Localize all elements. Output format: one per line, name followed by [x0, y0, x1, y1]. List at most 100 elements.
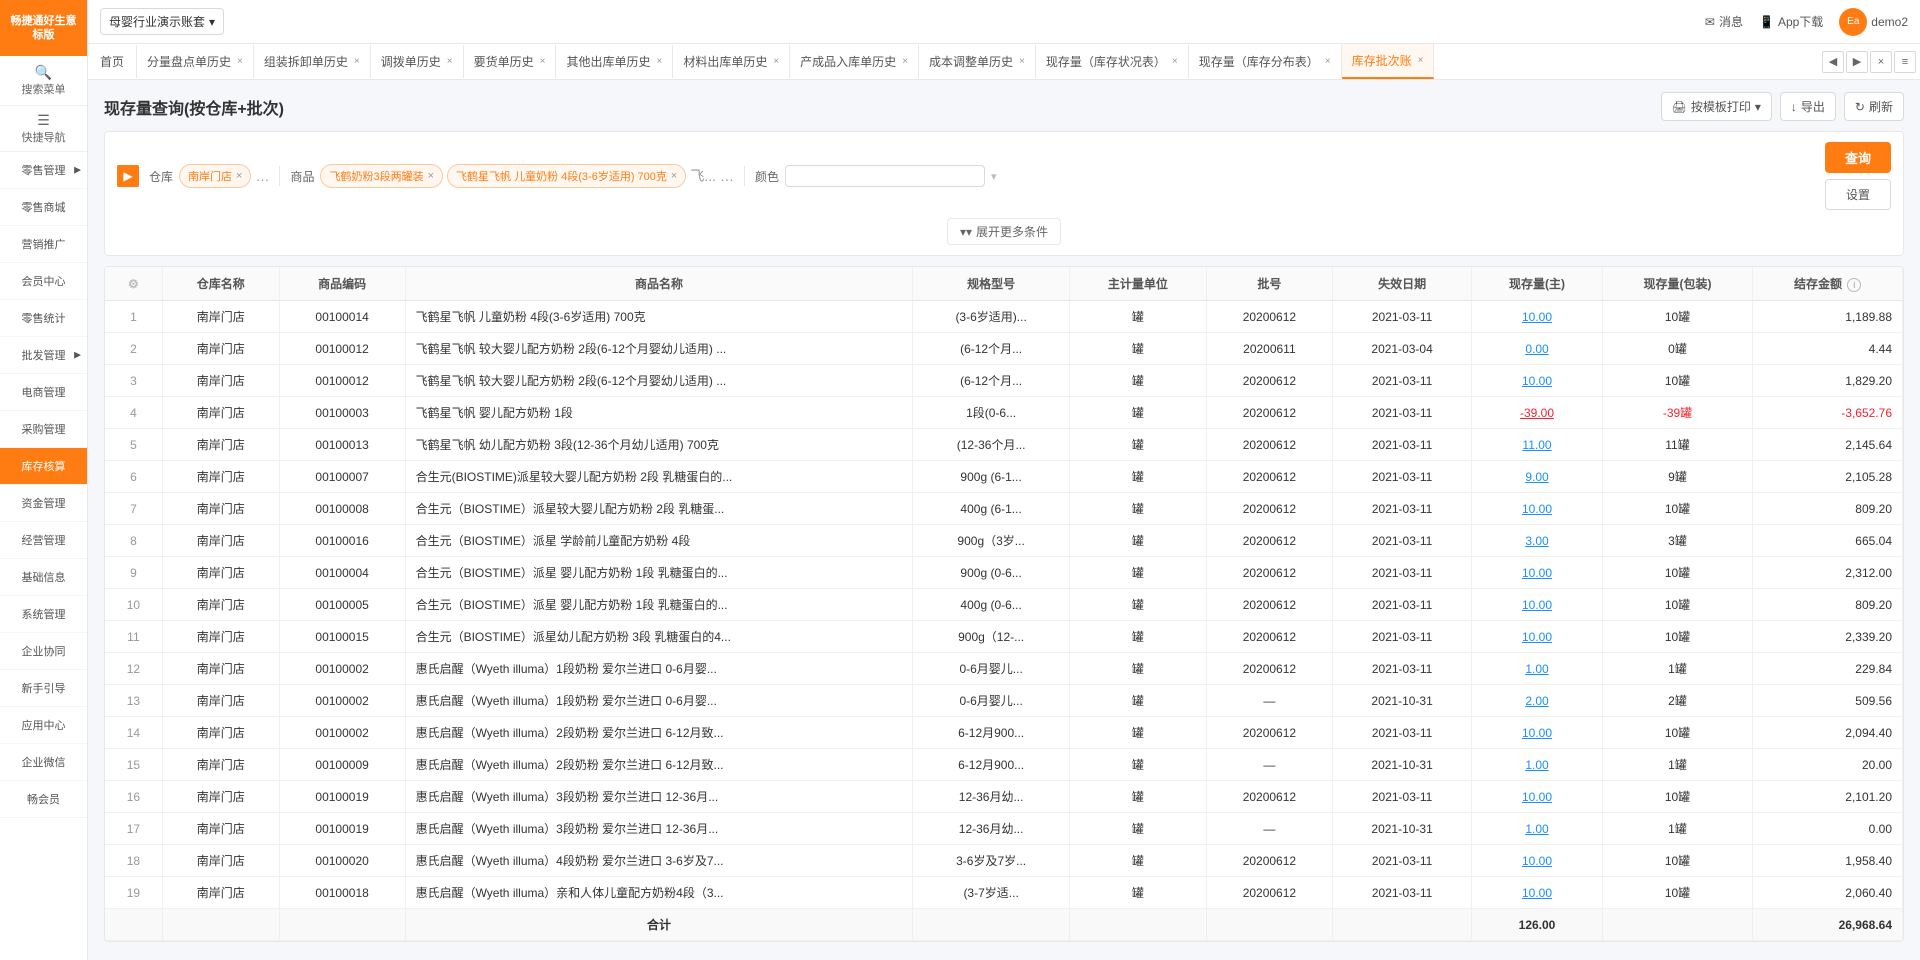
sidebar-item-member[interactable]: 会员中心	[0, 263, 87, 300]
tab-transfer[interactable]: 调拨单历史 ×	[371, 45, 464, 78]
sidebar-item-base[interactable]: 基础信息	[0, 559, 87, 596]
stock-main-link[interactable]: 10.00	[1522, 790, 1552, 804]
stock-main-link[interactable]: 10.00	[1522, 886, 1552, 900]
tab-batch-ledger[interactable]: 库存批次账 ×	[1342, 44, 1435, 79]
sidebar-item-guide[interactable]: 新手引导	[0, 670, 87, 707]
tab-requisition[interactable]: 要货单历史 ×	[464, 45, 557, 78]
export-button[interactable]: ↓ 导出	[1780, 92, 1836, 121]
balance-info-icon[interactable]: i	[1847, 278, 1861, 292]
cell-stock-main: 0.00	[1472, 333, 1602, 365]
tab-next-btn[interactable]: ▶	[1846, 51, 1868, 73]
stock-main-link[interactable]: 3.00	[1525, 534, 1548, 548]
goods-more-dots[interactable]: …	[720, 168, 734, 184]
goods-tag-2[interactable]: 飞鹤星飞帆 儿童奶粉 4段(3-6岁适用) 700克 ×	[447, 164, 686, 188]
account-dropdown[interactable]: 母婴行业演示账套 ▾	[100, 8, 224, 35]
tab-stock-status[interactable]: 现存量（库存状况表） ×	[1036, 45, 1189, 78]
stock-main-link[interactable]: 2.00	[1525, 694, 1548, 708]
goods-tag-1[interactable]: 飞鹤奶粉3段两罐装 ×	[320, 164, 443, 188]
sidebar-item-appcenter[interactable]: 应用中心	[0, 707, 87, 744]
tab-close-icon[interactable]: ×	[237, 56, 243, 67]
sidebar-item-vip[interactable]: 畅会员	[0, 781, 87, 818]
sidebar-item-shop[interactable]: 零售商城	[0, 189, 87, 226]
warehouse-tag[interactable]: 南岸门店 ×	[179, 164, 251, 188]
sidebar-item-system[interactable]: 系统管理	[0, 596, 87, 633]
tab-close-icon[interactable]: ×	[447, 56, 453, 67]
filter-expand-btn[interactable]: ▶	[117, 165, 139, 187]
query-button[interactable]: 查询	[1825, 142, 1891, 173]
topbar-app-download[interactable]: 📱 App下载	[1759, 13, 1823, 30]
expand-more-button[interactable]: ▾▾ 展开更多条件	[947, 218, 1061, 245]
tab-close-icon[interactable]: ×	[1418, 55, 1424, 66]
stock-main-link[interactable]: 10.00	[1522, 726, 1552, 740]
cell-stock-main: 10.00	[1472, 365, 1602, 397]
tab-stock-dist[interactable]: 现存量（库存分布表） ×	[1189, 45, 1342, 78]
sidebar-item-stats[interactable]: 零售统计	[0, 300, 87, 337]
topbar-message[interactable]: ✉ 消息	[1705, 13, 1743, 30]
sidebar-item-corpwechat[interactable]: 企业微信	[0, 744, 87, 781]
stock-main-link[interactable]: 1.00	[1525, 758, 1548, 772]
tab-home[interactable]: 首页	[88, 45, 137, 78]
cell-batch: —	[1206, 813, 1332, 845]
goods-tag-1-remove[interactable]: ×	[428, 170, 434, 182]
goods-tag-2-remove[interactable]: ×	[671, 170, 677, 182]
settings-button[interactable]: 设置	[1825, 179, 1891, 210]
stock-main-link[interactable]: 10.00	[1522, 598, 1552, 612]
warehouse-more[interactable]: …	[255, 168, 269, 184]
stock-main-link[interactable]: 10.00	[1522, 566, 1552, 580]
sidebar-quicknav[interactable]: ☰ 快捷导航	[0, 106, 87, 152]
tab-close-icon[interactable]: ×	[354, 56, 360, 67]
cell-unit: 罐	[1069, 461, 1206, 493]
tab-disassemble[interactable]: 组装拆卸单历史 ×	[254, 45, 371, 78]
stock-main-link[interactable]: 10.00	[1522, 374, 1552, 388]
settings-col-icon[interactable]: ⚙	[128, 277, 139, 291]
topbar-user[interactable]: Ea demo2	[1839, 8, 1908, 36]
stock-main-link[interactable]: 10.00	[1522, 854, 1552, 868]
stock-main-link[interactable]: 10.00	[1522, 502, 1552, 516]
cell-spec: 12-36月幼...	[913, 813, 1069, 845]
template-print-button[interactable]: 🖨 按模板打印 ▾	[1661, 92, 1772, 121]
tab-close-icon[interactable]: ×	[1019, 56, 1025, 67]
stock-main-link[interactable]: 0.00	[1525, 342, 1548, 356]
tab-close-btn[interactable]: ×	[1870, 51, 1892, 73]
sidebar-item-marketing[interactable]: 营销推广	[0, 226, 87, 263]
stock-main-link[interactable]: 1.00	[1525, 822, 1548, 836]
sidebar-item-operation[interactable]: 经营管理	[0, 522, 87, 559]
sidebar-item-purchase[interactable]: 采购管理	[0, 411, 87, 448]
tab-material-out[interactable]: 材料出库单历史 ×	[673, 45, 790, 78]
tab-close-icon[interactable]: ×	[1172, 56, 1178, 67]
stock-main-link[interactable]: 9.00	[1525, 470, 1548, 484]
warehouse-tag-remove[interactable]: ×	[236, 170, 242, 182]
tab-split-stock[interactable]: 分量盘点单历史 ×	[137, 45, 254, 78]
stock-main-link[interactable]: 10.00	[1522, 310, 1552, 324]
stock-main-link[interactable]: 10.00	[1522, 630, 1552, 644]
tab-close-icon[interactable]: ×	[773, 56, 779, 67]
sidebar-item-finance[interactable]: 资金管理	[0, 485, 87, 522]
color-input[interactable]	[785, 165, 985, 187]
goods-more[interactable]: 飞...	[690, 166, 716, 186]
sidebar-item-inventory[interactable]: 库存核算	[0, 448, 87, 485]
refresh-button[interactable]: ↻ 刷新	[1844, 92, 1904, 121]
tab-other-out[interactable]: 其他出库单历史 ×	[556, 45, 673, 78]
tab-close-icon[interactable]: ×	[540, 56, 546, 67]
tab-more-btn[interactable]: ≡	[1894, 51, 1916, 73]
color-dropdown-icon[interactable]: ▾	[991, 170, 997, 183]
stock-main-link[interactable]: 11.00	[1522, 438, 1551, 452]
sidebar: 畅捷通好生意 标版 🔍 搜索菜单 ☰ 快捷导航 零售管理▶零售商城营销推广会员中…	[0, 0, 88, 960]
stock-main-link[interactable]: 1.00	[1525, 662, 1548, 676]
sidebar-item-ecommerce[interactable]: 电商管理	[0, 374, 87, 411]
tab-close-icon[interactable]: ×	[902, 56, 908, 67]
tab-close-icon[interactable]: ×	[1325, 56, 1331, 67]
sidebar-item-retail[interactable]: 零售管理▶	[0, 152, 87, 189]
tab-product-in[interactable]: 产成品入库单历史 ×	[790, 45, 919, 78]
sidebar-item-enterprise[interactable]: 企业协同	[0, 633, 87, 670]
sidebar-logo[interactable]: 畅捷通好生意 标版	[0, 0, 87, 56]
sidebar-item-wholesale[interactable]: 批发管理▶	[0, 337, 87, 374]
page-content: 现存量查询(按仓库+批次) 🖨 按模板打印 ▾ ↓ 导出 ↻ 刷新	[88, 80, 1920, 960]
tab-prev-btn[interactable]: ◀	[1822, 51, 1844, 73]
cell-unit: 罐	[1069, 877, 1206, 909]
cell-batch: 20200612	[1206, 301, 1332, 333]
tab-cost-adjust[interactable]: 成本调整单历史 ×	[919, 45, 1036, 78]
sidebar-search[interactable]: 🔍 搜索菜单	[0, 56, 87, 106]
stock-main-link[interactable]: -39.00	[1520, 406, 1554, 420]
tab-close-icon[interactable]: ×	[656, 56, 662, 67]
